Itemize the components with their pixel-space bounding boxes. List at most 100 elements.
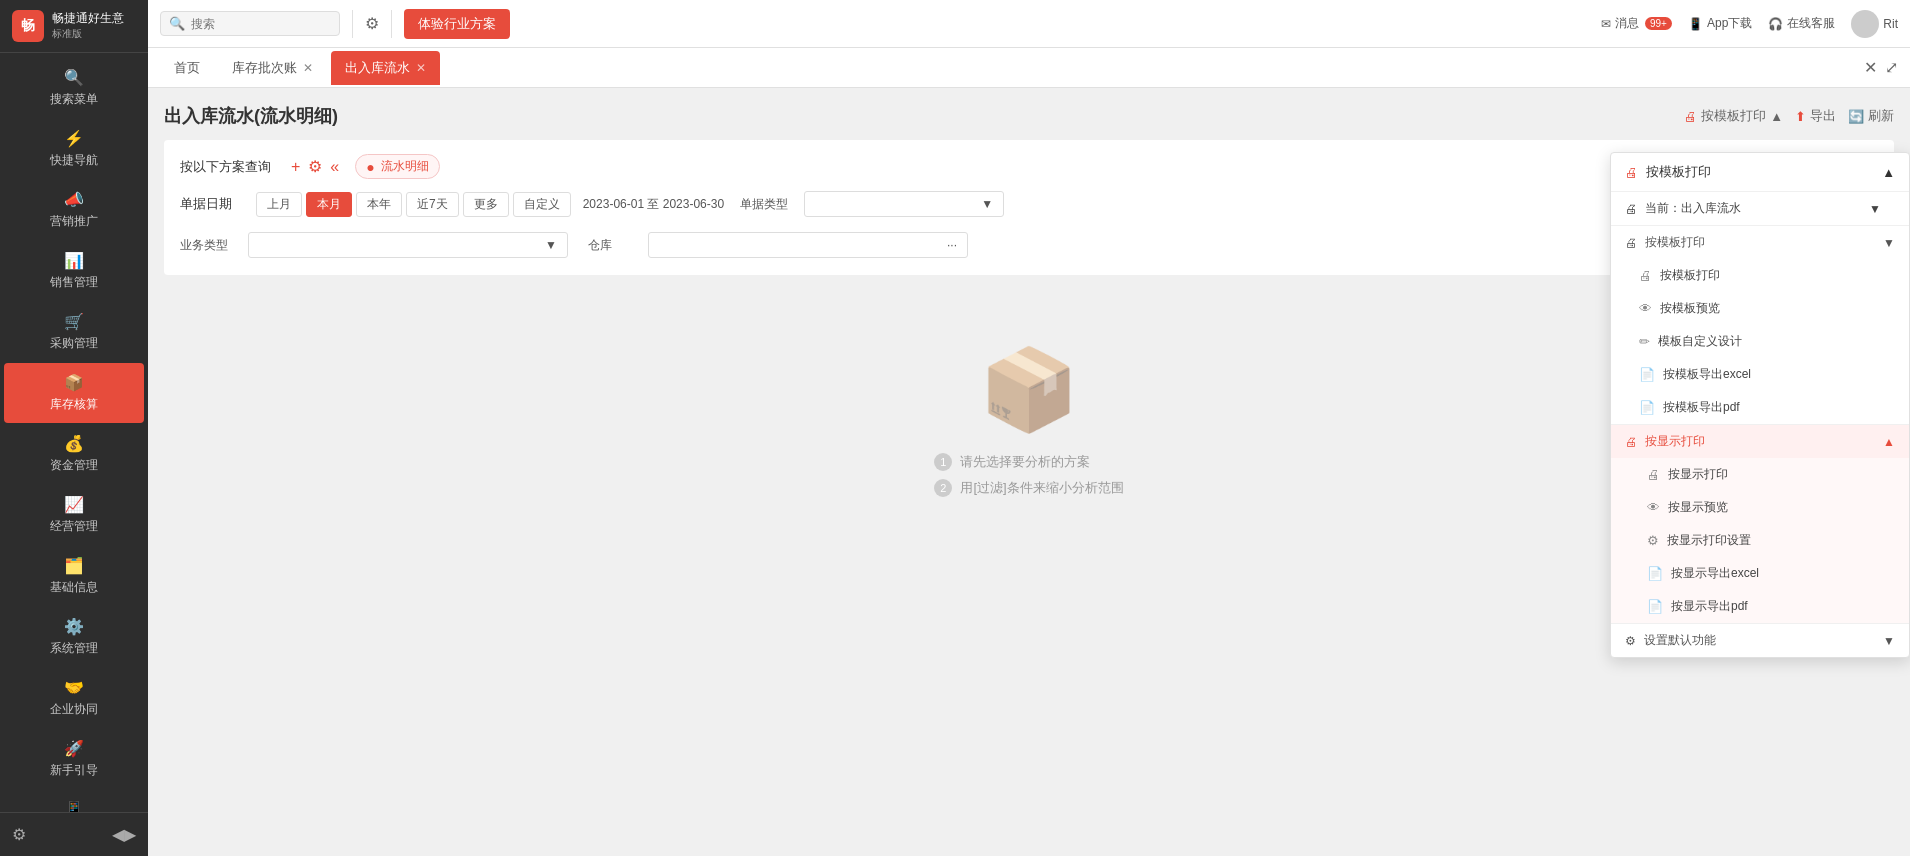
sidebar-item-label: 系统管理 [50, 640, 98, 657]
current-print-icon: 🖨 [1625, 202, 1637, 216]
tab-home[interactable]: 首页 [160, 51, 214, 85]
display-print-settings-item[interactable]: ⚙ 按显示打印设置 [1611, 524, 1909, 557]
dropdown-current[interactable]: 🖨 当前：出入库流水 ▼ [1611, 192, 1909, 226]
display-print-section-header[interactable]: 🖨 按显示打印 ▲ [1611, 425, 1909, 458]
topbar-gear-icon[interactable]: ⚙ [365, 14, 379, 33]
user-avatar-area[interactable]: Rit [1851, 10, 1898, 38]
display-print-item[interactable]: 🖨 按显示打印 [1611, 458, 1909, 491]
sidebar-item-quick-nav[interactable]: ⚡ 快捷导航 [4, 119, 144, 179]
date-btn-this-month[interactable]: 本月 [306, 192, 352, 217]
filter-collapse-icon[interactable]: « [330, 158, 339, 176]
footer-settings-icon[interactable]: ⚙ [12, 825, 26, 844]
filter-add-btns: + ⚙ « [291, 157, 339, 176]
dp-excel-label: 按显示导出excel [1671, 565, 1759, 582]
template-export-pdf-item[interactable]: 📄 按模板导出pdf [1611, 391, 1909, 424]
sidebar-item-basic[interactable]: 🗂️ 基础信息 [4, 546, 144, 606]
topbar-search-box[interactable]: 🔍 [160, 11, 340, 36]
sidebar-item-label: 快捷导航 [50, 152, 98, 169]
basic-icon: 🗂️ [64, 556, 84, 575]
display-export-excel-item[interactable]: 📄 按显示导出excel [1611, 557, 1909, 590]
tab-expand-btn[interactable]: ⤢ [1885, 58, 1898, 77]
sidebar-item-system[interactable]: ⚙️ 系统管理 [4, 607, 144, 667]
warehouse-select[interactable]: ··· [648, 232, 968, 258]
tab-close-window-btn[interactable]: ✕ [1864, 58, 1877, 77]
display-print-section: 🖨 按显示打印 ▲ 🖨 按显示打印 👁 按显示预览 ⚙ 按显示打印设置 [1611, 425, 1909, 624]
online-service-btn[interactable]: 🎧 在线客服 [1768, 15, 1835, 32]
page-content: 出入库流水(流水明细) 🖨 按模板打印 ▲ ⬆ 导出 🔄 刷新 [148, 88, 1910, 856]
filter-tag-flow-detail[interactable]: ● 流水明细 [355, 154, 439, 179]
logo: 畅 畅捷通好生意 标准版 [0, 0, 148, 53]
dropdown-header: 🖨 按模板打印 ▲ [1611, 153, 1909, 192]
date-btn-more[interactable]: 更多 [463, 192, 509, 217]
date-btn-last-month[interactable]: 上月 [256, 192, 302, 217]
template-export-excel-item[interactable]: 📄 按模板导出excel [1611, 358, 1909, 391]
logo-subtitle: 标准版 [52, 27, 124, 41]
tab-flow[interactable]: 出入库流水 ✕ [331, 51, 440, 85]
sidebar-item-finance[interactable]: 💰 资金管理 [4, 424, 144, 484]
message-btn[interactable]: ✉ 消息 99+ [1601, 15, 1672, 32]
doc-type-dropdown-icon: ▼ [981, 197, 993, 211]
filter-tag-label: 流水明细 [381, 158, 429, 175]
sidebar-item-search[interactable]: 🔍 搜索菜单 [4, 58, 144, 118]
footer-collapse-icon[interactable]: ◀▶ [112, 825, 136, 844]
date-buttons: 上月 本月 本年 近7天 更多 自定义 2023-06-01 至 2023-06… [256, 192, 724, 217]
dp-print-icon: 🖨 [1647, 467, 1660, 482]
dp-settings-label: 按显示打印设置 [1667, 532, 1751, 549]
dp-pdf-label: 按显示导出pdf [1671, 598, 1748, 615]
display-preview-item[interactable]: 👁 按显示预览 [1611, 491, 1909, 524]
marketing-icon: 📣 [64, 190, 84, 209]
sidebar-item-guide[interactable]: 🚀 新手引导 [4, 729, 144, 789]
empty-illustration: 📦 [979, 343, 1079, 437]
date-btn-custom[interactable]: 自定义 [513, 192, 571, 217]
date-label: 单据日期 [180, 195, 240, 213]
tp-excel-icon: 📄 [1639, 367, 1655, 382]
sidebar-item-label: 采购管理 [50, 335, 98, 352]
tab-batch-account-close[interactable]: ✕ [303, 61, 313, 75]
headset-icon: 🎧 [1768, 17, 1783, 31]
export-label: 导出 [1810, 107, 1836, 125]
display-export-pdf-item[interactable]: 📄 按显示导出pdf [1611, 590, 1909, 623]
doc-type-select[interactable]: ▼ [804, 191, 1004, 217]
tp-excel-label: 按模板导出excel [1663, 366, 1751, 383]
current-arrow: ▼ [1869, 202, 1881, 216]
dropdown-footer[interactable]: ⚙ 设置默认功能 ▼ [1611, 624, 1909, 657]
sidebar-item-inventory[interactable]: 📦 库存核算 [4, 363, 144, 423]
template-print-item[interactable]: 🖨 按模板打印 [1611, 259, 1909, 292]
tab-flow-label: 出入库流水 [345, 59, 410, 77]
print-template-btn[interactable]: 🖨 按模板打印 ▲ [1684, 107, 1783, 125]
date-btn-this-year[interactable]: 本年 [356, 192, 402, 217]
topbar-right: ✉ 消息 99+ 📱 App下载 🎧 在线客服 Rit [1601, 10, 1898, 38]
sidebar-item-cooperation[interactable]: 🤝 企业协同 [4, 668, 144, 728]
dp-pdf-icon: 📄 [1647, 599, 1663, 614]
sidebar-item-marketing[interactable]: 📣 营销推广 [4, 180, 144, 240]
tab-bar: 首页 库存批次账 ✕ 出入库流水 ✕ ✕ ⤢ [148, 48, 1910, 88]
export-btn[interactable]: ⬆ 导出 [1795, 107, 1836, 125]
template-print-section: 🖨 按模板打印 ▼ 🖨 按模板打印 👁 按模板预览 ✏ 模板自定义设计 [1611, 226, 1909, 425]
sidebar-item-sales[interactable]: 📊 销售管理 [4, 241, 144, 301]
tab-batch-account-label: 库存批次账 [232, 59, 297, 77]
topbar-search-icon: 🔍 [169, 16, 185, 31]
tab-batch-account[interactable]: 库存批次账 ✕ [218, 51, 327, 85]
sidebar-item-app-center[interactable]: 📱 应用中心 [4, 790, 144, 812]
sidebar-item-label: 搜索菜单 [50, 91, 98, 108]
filter-add-icon[interactable]: + [291, 158, 300, 176]
topbar-divider2 [391, 10, 392, 38]
refresh-icon: 🔄 [1848, 109, 1864, 124]
sidebar-item-operation[interactable]: 📈 经营管理 [4, 485, 144, 545]
business-type-select[interactable]: ▼ [248, 232, 568, 258]
dropdown-footer-label: 设置默认功能 [1644, 632, 1716, 649]
tab-flow-close[interactable]: ✕ [416, 61, 426, 75]
industry-solution-btn[interactable]: 体验行业方案 [404, 9, 510, 39]
template-print-section-header[interactable]: 🖨 按模板打印 ▼ [1611, 226, 1909, 259]
app-download-btn[interactable]: 📱 App下载 [1688, 15, 1752, 32]
template-custom-item[interactable]: ✏ 模板自定义设计 [1611, 325, 1909, 358]
sidebar-item-purchase[interactable]: 🛒 采购管理 [4, 302, 144, 362]
topbar-search-input[interactable] [191, 17, 311, 31]
refresh-btn[interactable]: 🔄 刷新 [1848, 107, 1894, 125]
filter-settings-icon[interactable]: ⚙ [308, 157, 322, 176]
template-preview-item[interactable]: 👁 按模板预览 [1611, 292, 1909, 325]
app-center-icon: 📱 [64, 800, 84, 812]
date-btn-7days[interactable]: 近7天 [406, 192, 459, 217]
current-label: 当前：出入库流水 [1645, 200, 1741, 217]
search-scheme-label: 按以下方案查询 [180, 158, 271, 176]
